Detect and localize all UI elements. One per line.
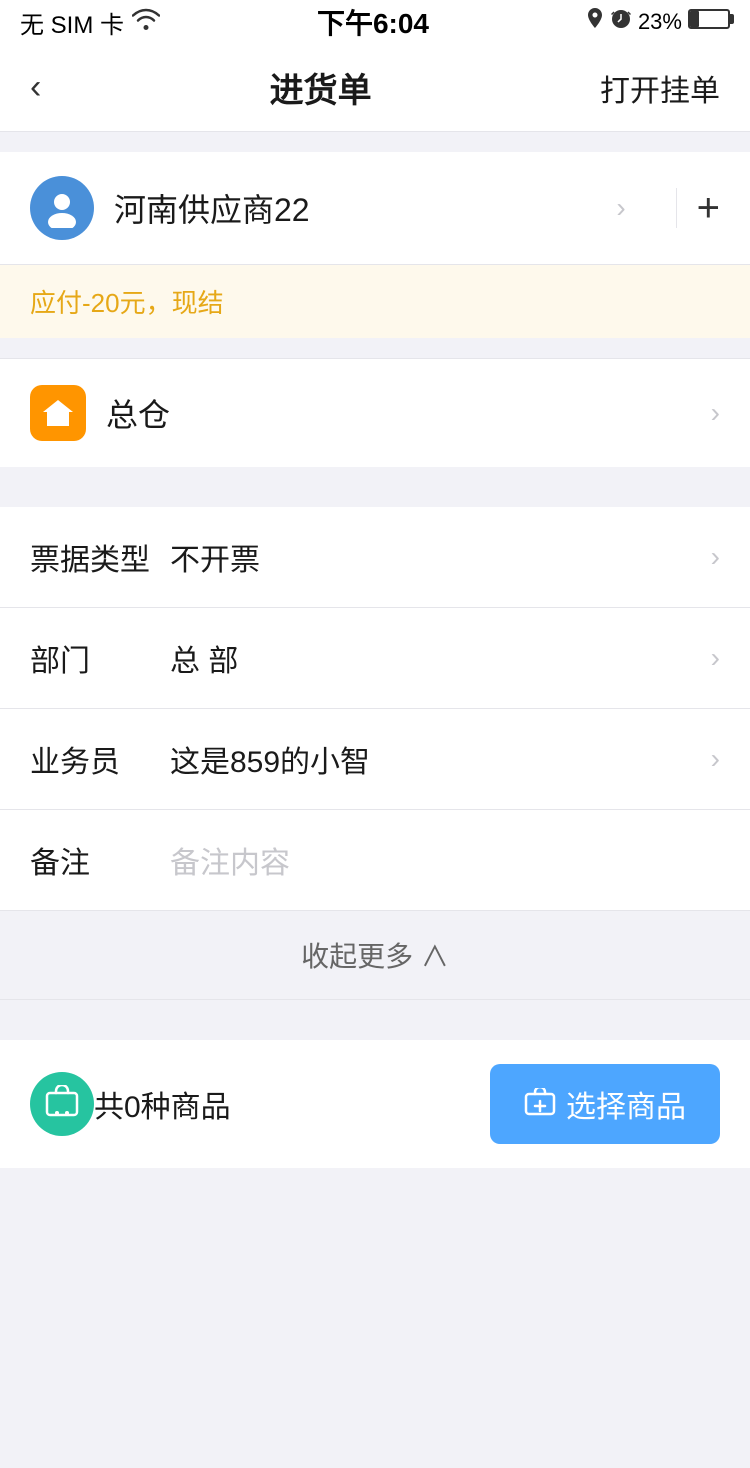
notice-text: 应付-20元，现结 (30, 288, 224, 318)
back-button[interactable]: ‹ (30, 68, 41, 107)
invoice-row[interactable]: 票据类型 不开票 › (0, 507, 750, 608)
gap-4 (0, 1000, 750, 1020)
product-icon (30, 1072, 94, 1136)
remark-label: 备注 (30, 838, 150, 882)
supplier-section: 河南供应商22 › + 应付-20元，现结 (0, 152, 750, 338)
warehouse-icon (30, 385, 86, 441)
department-label: 部门 (30, 636, 150, 680)
battery-text: 23% (638, 9, 682, 35)
supplier-name: 河南供应商22 (114, 185, 616, 231)
gap-3 (0, 467, 750, 487)
add-supplier-button[interactable]: + (697, 188, 720, 228)
salesperson-row[interactable]: 业务员 这是859的小智 › (0, 709, 750, 810)
battery-icon (688, 9, 730, 35)
warehouse-section: 总仓 › (0, 358, 750, 467)
supplier-avatar (30, 176, 94, 240)
gap-1 (0, 132, 750, 152)
wifi-icon (132, 8, 160, 37)
select-product-icon (524, 1088, 556, 1120)
cart-icon (43, 1085, 81, 1123)
salesperson-chevron-icon: › (711, 743, 720, 775)
department-chevron-icon: › (711, 642, 720, 674)
warehouse-row[interactable]: 总仓 › (0, 358, 750, 467)
carrier-text: 无 SIM 卡 (20, 5, 124, 40)
location-icon (586, 8, 604, 36)
invoice-label: 票据类型 (30, 535, 150, 579)
gap-2 (0, 338, 750, 358)
status-left: 无 SIM 卡 (20, 5, 160, 40)
invoice-value: 不开票 (170, 535, 711, 579)
warehouse-chevron-icon: › (711, 397, 720, 429)
notice-bar: 应付-20元，现结 (0, 265, 750, 338)
supplier-chevron-icon: › (616, 192, 625, 224)
department-value: 总 部 (170, 636, 711, 680)
vertical-divider (676, 188, 677, 228)
remark-input[interactable]: 备注内容 (170, 838, 720, 882)
person-icon (42, 188, 82, 228)
status-bar: 无 SIM 卡 下午6:04 23% (0, 0, 750, 44)
salesperson-label: 业务员 (30, 737, 150, 781)
select-product-button[interactable]: 选择商品 (490, 1064, 720, 1144)
bottom-bar: 共0种商品 选择商品 (0, 1040, 750, 1168)
status-right: 23% (586, 8, 730, 36)
collapse-text: 收起更多 ∧ (301, 935, 449, 975)
remark-row[interactable]: 备注 备注内容 (0, 810, 750, 910)
department-row[interactable]: 部门 总 部 › (0, 608, 750, 709)
open-pending-button[interactable]: 打开挂单 (600, 66, 720, 110)
invoice-chevron-icon: › (711, 541, 720, 573)
house-icon (41, 396, 75, 430)
alarm-icon (610, 8, 632, 36)
select-product-label: 选择商品 (566, 1082, 686, 1126)
product-count: 共0种商品 (94, 1082, 490, 1126)
collapse-row[interactable]: 收起更多 ∧ (0, 910, 750, 1000)
page-title: 进货单 (270, 63, 372, 112)
nav-bar: ‹ 进货单 打开挂单 (0, 44, 750, 132)
page-background (0, 1168, 750, 1468)
status-time: 下午6:04 (317, 2, 429, 42)
supplier-row[interactable]: 河南供应商22 › + (0, 152, 750, 265)
warehouse-name: 总仓 (106, 390, 711, 436)
form-section: 票据类型 不开票 › 部门 总 部 › 业务员 这是859的小智 › 备注 备注… (0, 507, 750, 910)
salesperson-value: 这是859的小智 (170, 737, 711, 781)
